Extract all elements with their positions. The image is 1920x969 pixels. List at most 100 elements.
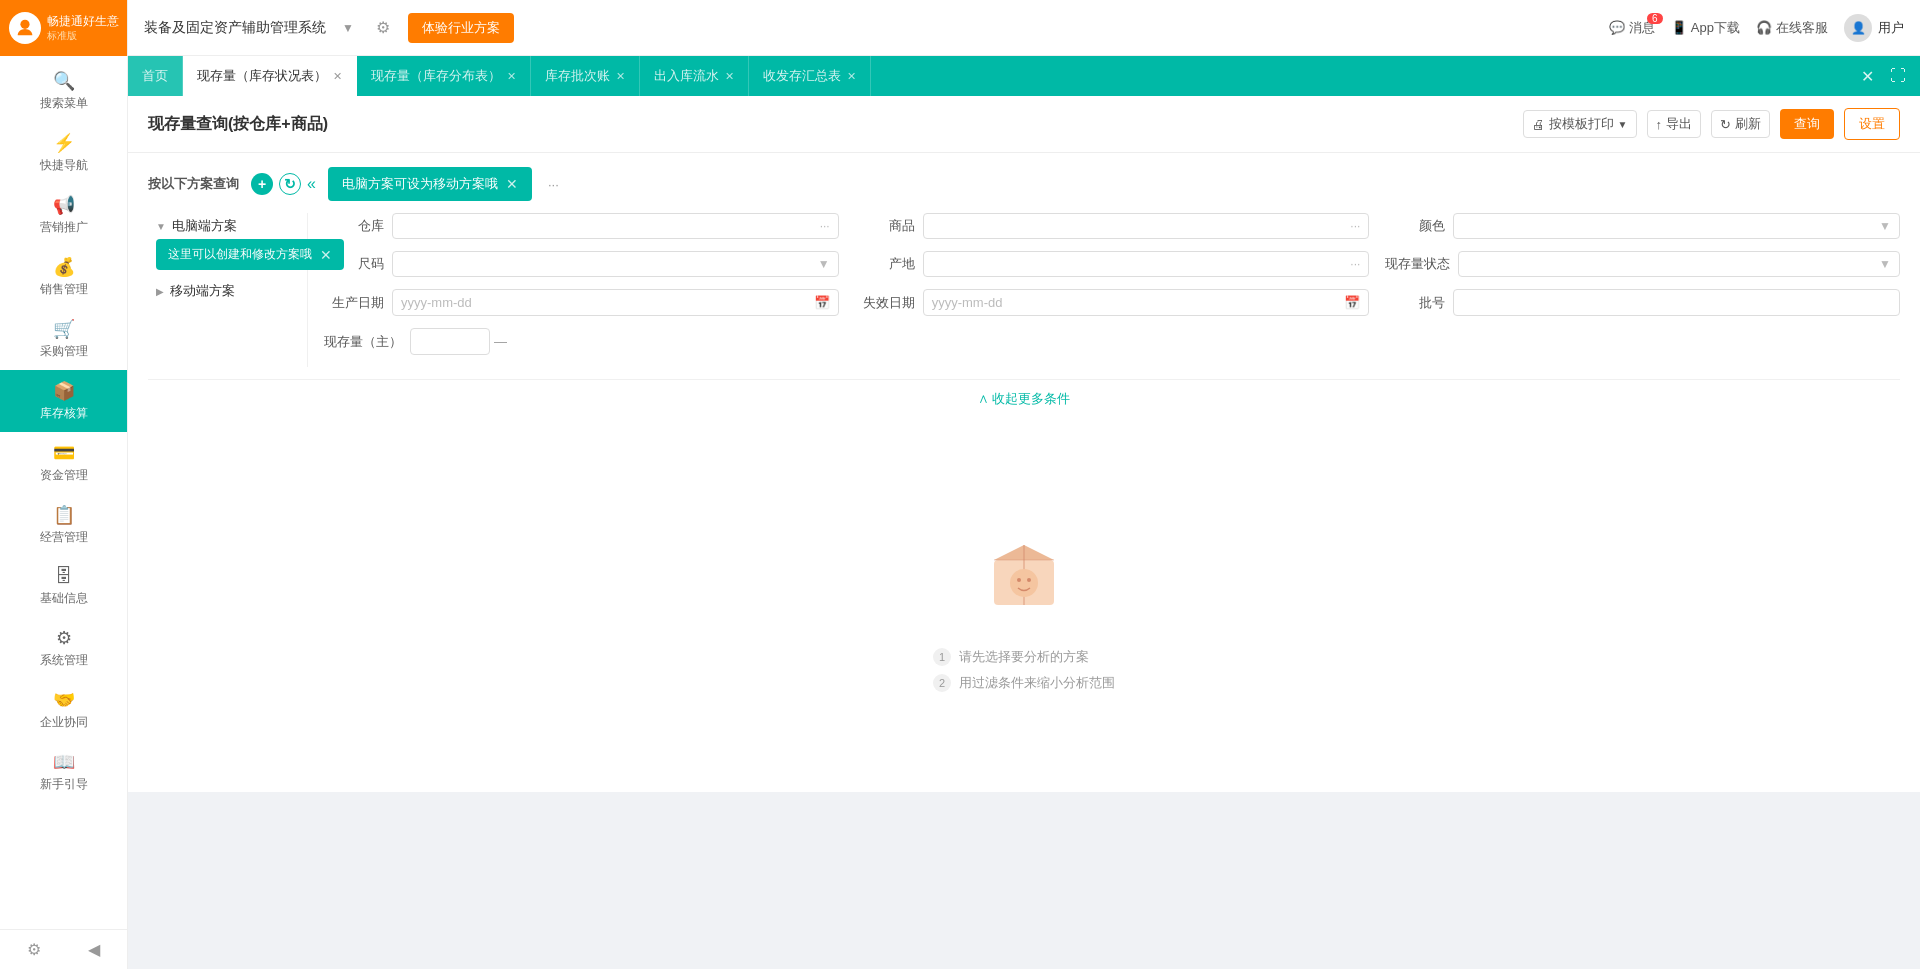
tab-home[interactable]: 首页 — [128, 56, 183, 96]
box-icon: 📦 — [53, 380, 75, 402]
goods-select[interactable]: ··· — [923, 213, 1370, 239]
print-btn[interactable]: 🖨 按模板打印 ▼ — [1523, 110, 1637, 138]
tab-close-receive-send[interactable]: ✕ — [847, 70, 856, 83]
scheme-pc-label: 电脑端方案 — [172, 217, 237, 235]
receive-send-tab-label: 收发存汇总表 — [763, 67, 841, 85]
sidebar-item-cooperation[interactable]: 🤝 企业协同 — [0, 679, 127, 741]
topbar: 装备及固定资产辅助管理系统 ▼ ⚙ 体验行业方案 💬 消息 6 📱 App下载 … — [128, 0, 1920, 56]
refresh-icon: ↻ — [1720, 117, 1731, 132]
clipboard-icon: 📋 — [53, 504, 75, 526]
tab-inout-flow[interactable]: 出入库流水 ✕ — [640, 56, 749, 96]
stock-status-label: 现存量状态 — [1385, 255, 1450, 273]
edit-scheme-tooltip-wrap: 这里可以创建和修改方案哦 ✕ — [156, 239, 297, 270]
size-select[interactable]: ▼ — [392, 251, 839, 277]
sidebar-item-inventory[interactable]: 📦 库存核算 — [0, 370, 127, 432]
tabs-right-buttons: ✕ ⛶ — [1855, 63, 1920, 90]
tab-close-inventory-dist[interactable]: ✕ — [507, 70, 516, 83]
avatar: 👤 — [1844, 14, 1872, 42]
tab-close-inout-flow[interactable]: ✕ — [725, 70, 734, 83]
refresh-scheme-btn[interactable]: ↻ — [279, 173, 301, 195]
warehouse-ellipsis: ··· — [820, 219, 830, 233]
expire-date-placeholder: yyyy-mm-dd — [932, 295, 1003, 310]
expire-date-label: 失效日期 — [855, 294, 915, 312]
money-icon: 💰 — [53, 256, 75, 278]
system-dropdown-icon[interactable]: ▼ — [338, 19, 358, 37]
color-select[interactable]: ▼ — [1453, 213, 1900, 239]
logo-icon — [9, 12, 41, 44]
field-batch-no: 批号 — [1385, 289, 1900, 316]
tab-inventory-status[interactable]: 现存量（库存状况表） ✕ — [183, 56, 357, 96]
ellipsis-icon-1: ··· — [540, 177, 567, 192]
fields-row-1: 仓库 ··· 商品 ··· — [324, 213, 1900, 355]
expire-date-input[interactable]: yyyy-mm-dd 📅 — [923, 289, 1370, 316]
tab-close-inventory-status[interactable]: ✕ — [333, 70, 342, 83]
mobile-icon: 📱 — [1671, 20, 1687, 35]
sidebar-item-operations[interactable]: 📋 经营管理 — [0, 494, 127, 556]
back-scheme-btn[interactable]: « — [307, 175, 316, 193]
collapse-sidebar-icon[interactable]: ◀ — [88, 940, 100, 959]
empty-tip-1: 1 请先选择要分析的方案 — [933, 648, 1115, 666]
prod-date-placeholder: yyyy-mm-dd — [401, 295, 472, 310]
handshake-icon: 🤝 — [53, 689, 75, 711]
lightning-icon: ⚡ — [53, 132, 75, 154]
export-icon: ↑ — [1656, 117, 1663, 132]
stock-main-from[interactable] — [410, 328, 490, 355]
batch-no-input[interactable] — [1453, 289, 1900, 316]
settings-bottom-icon[interactable]: ⚙ — [27, 940, 41, 959]
gear-icon: ⚙ — [56, 627, 72, 649]
add-scheme-tooltip-close[interactable]: ✕ — [506, 176, 518, 192]
scheme-controls: + ↻ « — [251, 173, 316, 195]
sidebar-item-search-menu[interactable]: 🔍 搜索菜单 — [0, 60, 127, 122]
scheme-tree-mobile[interactable]: ▶ 移动端方案 — [148, 278, 297, 304]
industry-btn[interactable]: 体验行业方案 — [408, 13, 514, 43]
sidebar-item-beginner[interactable]: 📖 新手引导 — [0, 741, 127, 803]
message-btn[interactable]: 💬 消息 6 — [1609, 19, 1655, 37]
sidebar-item-marketing[interactable]: 📢 营销推广 — [0, 184, 127, 246]
search-btn[interactable]: 查询 — [1780, 109, 1834, 139]
sidebar-item-sales[interactable]: 💰 销售管理 — [0, 246, 127, 308]
headset-icon: 🎧 — [1756, 20, 1772, 35]
svg-point-6 — [1017, 578, 1021, 582]
stock-status-dropdown-arrow: ▼ — [1879, 257, 1891, 271]
empty-tips: 1 请先选择要分析的方案 2 用过滤条件来缩小分析范围 — [933, 648, 1115, 700]
sidebar-item-purchase[interactable]: 🛒 采购管理 — [0, 308, 127, 370]
warehouse-select[interactable]: ··· — [392, 213, 839, 239]
tab-receive-send[interactable]: 收发存汇总表 ✕ — [749, 56, 871, 96]
edit-scheme-tooltip: 这里可以创建和修改方案哦 ✕ — [156, 239, 344, 270]
user-menu-btn[interactable]: 👤 用户 — [1844, 14, 1904, 42]
tab-close-batch-account[interactable]: ✕ — [616, 70, 625, 83]
field-origin: 产地 ··· — [855, 251, 1370, 277]
collapse-bar[interactable]: ∧ 收起更多条件 — [148, 379, 1900, 418]
origin-select[interactable]: ··· — [923, 251, 1370, 277]
batch-account-tab-label: 库存批次账 — [545, 67, 610, 85]
tab-batch-account[interactable]: 库存批次账 ✕ — [531, 56, 640, 96]
database-icon: 🗄 — [55, 566, 73, 587]
page-header-actions: 🖨 按模板打印 ▼ ↑ 导出 ↻ 刷新 查询 设置 — [1523, 108, 1900, 140]
add-scheme-tooltip: 电脑方案可设为移动方案哦 ✕ — [328, 167, 532, 201]
stock-main-label: 现存量（主） — [324, 333, 402, 351]
prod-date-input[interactable]: yyyy-mm-dd 📅 — [392, 289, 839, 316]
edit-scheme-tooltip-close[interactable]: ✕ — [320, 247, 332, 263]
scheme-tree-pc[interactable]: ▼ 电脑端方案 — [148, 213, 297, 239]
maximize-icon[interactable]: ⛶ — [1884, 63, 1912, 89]
inventory-status-tab-label: 现存量（库存状况表） — [197, 67, 327, 85]
search-icon: 🔍 — [53, 70, 75, 92]
sidebar-item-system[interactable]: ⚙ 系统管理 — [0, 617, 127, 679]
sidebar-item-basic-info[interactable]: 🗄 基础信息 — [0, 556, 127, 617]
stock-status-select[interactable]: ▼ — [1458, 251, 1900, 277]
close-tab-icon[interactable]: ✕ — [1855, 63, 1880, 90]
app-download-btn[interactable]: 📱 App下载 — [1671, 19, 1740, 37]
sidebar-item-quick-nav[interactable]: ⚡ 快捷导航 — [0, 122, 127, 184]
settings-btn[interactable]: 设置 — [1844, 108, 1900, 140]
refresh-btn[interactable]: ↻ 刷新 — [1711, 110, 1770, 138]
tab-inventory-dist[interactable]: 现存量（库存分布表） ✕ — [357, 56, 531, 96]
goods-ellipsis: ··· — [1350, 219, 1360, 233]
sidebar-logo: 畅捷通好生意 标准版 — [0, 0, 127, 56]
field-goods: 商品 ··· — [855, 213, 1370, 239]
sidebar-item-finance[interactable]: 💳 资金管理 — [0, 432, 127, 494]
online-service-btn[interactable]: 🎧 在线客服 — [1756, 19, 1828, 37]
main-area: 装备及固定资产辅助管理系统 ▼ ⚙ 体验行业方案 💬 消息 6 📱 App下载 … — [128, 0, 1920, 969]
export-btn[interactable]: ↑ 导出 — [1647, 110, 1702, 138]
add-scheme-btn[interactable]: + — [251, 173, 273, 195]
topbar-settings-icon[interactable]: ⚙ — [370, 16, 396, 39]
